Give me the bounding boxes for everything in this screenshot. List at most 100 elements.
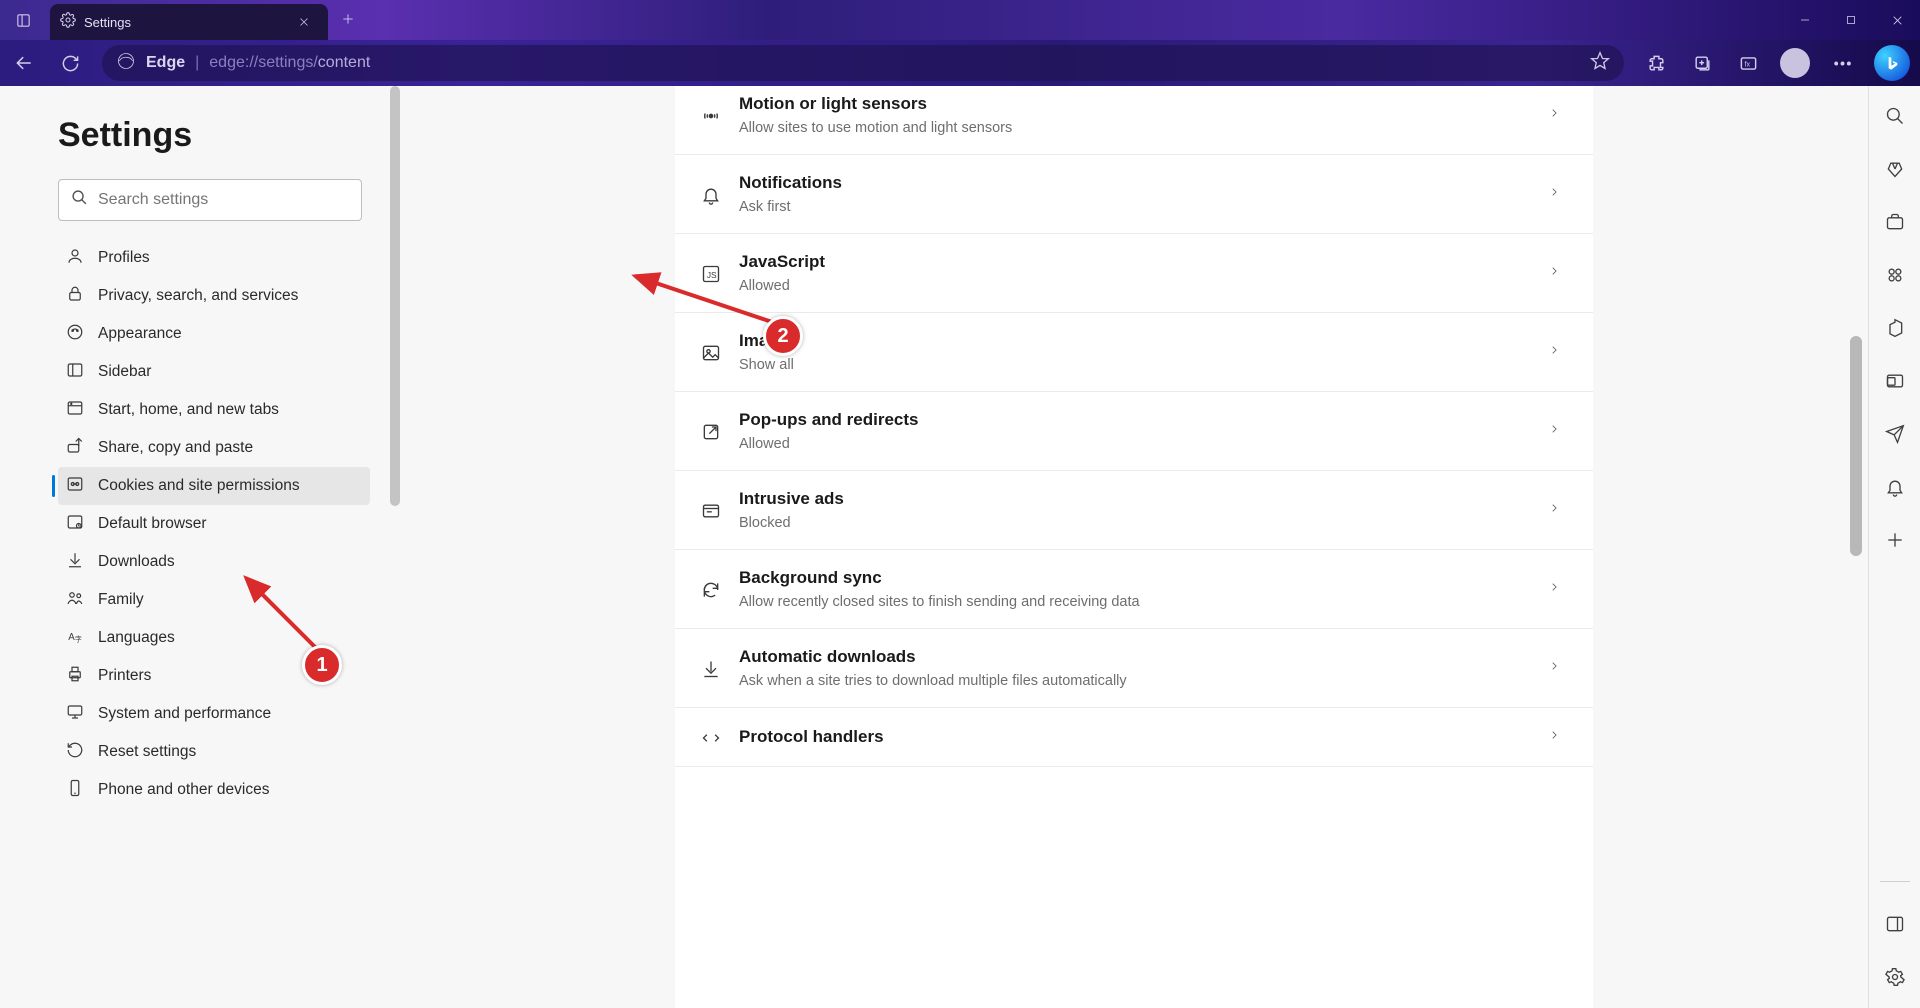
search-icon[interactable]	[1885, 106, 1905, 131]
nav-item-phone[interactable]: Phone and other devices	[58, 771, 370, 809]
new-tab-button[interactable]	[334, 5, 362, 33]
permission-title: Protocol handlers	[739, 727, 1549, 747]
start-icon	[66, 399, 84, 422]
chevron-right-icon	[1549, 727, 1559, 748]
nav-item-start[interactable]: Start, home, and new tabs	[58, 391, 370, 429]
office-icon[interactable]	[1885, 318, 1905, 343]
phone-icon	[66, 779, 84, 802]
browser-tab[interactable]: Settings	[50, 4, 328, 40]
screenshot-button[interactable]: fx	[1728, 43, 1768, 83]
permission-row-bgsync[interactable]: Background syncAllow recently closed sit…	[675, 550, 1593, 629]
menu-button[interactable]	[1822, 43, 1862, 83]
hide-sidebar-icon[interactable]	[1885, 914, 1905, 939]
nav-item-cookies[interactable]: Cookies and site permissions	[58, 467, 370, 505]
address-url: edge://settings/content	[209, 54, 370, 72]
nav-item-sidebar[interactable]: Sidebar	[58, 353, 370, 391]
nav-item-reset[interactable]: Reset settings	[58, 733, 370, 771]
nav-item-appearance[interactable]: Appearance	[58, 315, 370, 353]
permission-row-popups[interactable]: Pop-ups and redirectsAllowed	[675, 392, 1593, 471]
permission-row-autodl[interactable]: Automatic downloads Ask when a site tries…	[675, 629, 1593, 708]
add-icon[interactable]	[1885, 530, 1905, 555]
permission-row-javascript[interactable]: JSJavaScriptAllowed	[675, 234, 1593, 313]
settings-gear-icon[interactable]	[1885, 967, 1905, 992]
close-button[interactable]	[1874, 0, 1920, 40]
permission-sub: Ask first	[739, 199, 1549, 215]
cookies-icon	[66, 475, 84, 498]
nav-item-label: Start, home, and new tabs	[98, 401, 279, 419]
nav-item-label: Privacy, search, and services	[98, 287, 298, 305]
titlebar: Settings	[0, 0, 1920, 40]
permission-row-protocol[interactable]: Protocol handlers	[675, 708, 1593, 767]
refresh-button[interactable]	[50, 43, 90, 83]
nav-item-profiles[interactable]: Profiles	[58, 239, 370, 277]
permission-title: Images	[739, 331, 1549, 351]
nav-item-label: Default browser	[98, 515, 207, 533]
games-icon[interactable]	[1885, 265, 1905, 290]
annotation-arrow-2	[625, 268, 785, 338]
chevron-right-icon	[1549, 263, 1559, 284]
tab-close-button[interactable]	[290, 8, 318, 36]
nav-item-label: Phone and other devices	[98, 781, 269, 799]
permission-title: Pop-ups and redirects	[739, 410, 1549, 430]
nav-scrollbar[interactable]	[390, 86, 400, 506]
edge-sidebar	[1868, 86, 1920, 1008]
address-bar[interactable]: Edge | edge://settings/content	[102, 45, 1624, 81]
nav-item-system[interactable]: System and performance	[58, 695, 370, 733]
nav-item-share[interactable]: Share, copy and paste	[58, 429, 370, 467]
send-icon[interactable]	[1885, 424, 1905, 449]
nav-item-privacy[interactable]: Privacy, search, and services	[58, 277, 370, 315]
minimize-button[interactable]	[1782, 0, 1828, 40]
shopping-icon[interactable]	[1885, 159, 1905, 184]
outlook-icon[interactable]	[1885, 371, 1905, 396]
extensions-button[interactable]	[1636, 43, 1676, 83]
nav-item-label: Family	[98, 591, 144, 609]
permission-title: Motion or light sensors	[739, 94, 1549, 114]
languages-icon: A字	[66, 627, 84, 650]
window-controls	[1782, 0, 1920, 40]
permission-title: Notifications	[739, 173, 1549, 193]
permission-sub: Allow recently closed sites to finish se…	[739, 594, 1549, 610]
tools-icon[interactable]	[1885, 212, 1905, 237]
profile-avatar[interactable]	[1780, 48, 1810, 78]
content-scrollbar[interactable]	[1850, 336, 1862, 556]
permission-title: Intrusive ads	[739, 489, 1549, 509]
annotation-badge-2: 2	[763, 316, 803, 356]
svg-text:fx: fx	[1744, 60, 1750, 68]
settings-search[interactable]	[58, 179, 362, 221]
default-icon	[66, 513, 84, 536]
printers-icon	[66, 665, 84, 688]
family-icon	[66, 589, 84, 612]
nav-item-default[interactable]: Default browser	[58, 505, 370, 543]
permission-sub: Allowed	[739, 278, 1549, 294]
chevron-right-icon	[1549, 579, 1559, 600]
chevron-right-icon	[1549, 500, 1559, 521]
bell-icon[interactable]	[1885, 477, 1905, 502]
permission-sub: Allow sites to use motion and light sens…	[739, 120, 1549, 136]
permission-row-notifications[interactable]: Notifications Ask first	[675, 155, 1593, 234]
permission-row-images[interactable]: Images Show all	[675, 313, 1593, 392]
nav-item-label: Appearance	[98, 325, 182, 343]
nav-item-label: Reset settings	[98, 743, 196, 761]
favorite-star-button[interactable]	[1590, 51, 1610, 76]
search-input[interactable]	[98, 191, 349, 209]
permission-title: Automatic downloads	[739, 647, 1549, 667]
notifications-icon	[697, 185, 725, 205]
back-button[interactable]	[4, 43, 44, 83]
collections-button[interactable]	[1682, 43, 1722, 83]
annotation-badge-1: 1	[302, 645, 342, 685]
permission-row-motion[interactable]: Motion or light sensors Allow sites to us…	[675, 86, 1593, 155]
nav-item-label: Downloads	[98, 553, 175, 571]
bing-button[interactable]	[1874, 45, 1910, 81]
share-icon	[66, 437, 84, 460]
privacy-icon	[66, 285, 84, 308]
motion-icon	[697, 106, 725, 126]
permission-sub: Show all	[739, 357, 1549, 373]
address-site-label: Edge	[146, 54, 185, 72]
permission-sub: Ask when a site tries to download multip…	[739, 673, 1549, 689]
appearance-icon	[66, 323, 84, 346]
permission-row-ads[interactable]: Intrusive adsBlocked	[675, 471, 1593, 550]
gear-icon	[60, 12, 76, 33]
autodl-icon	[697, 659, 725, 679]
maximize-button[interactable]	[1828, 0, 1874, 40]
tab-actions-button[interactable]	[0, 0, 46, 40]
